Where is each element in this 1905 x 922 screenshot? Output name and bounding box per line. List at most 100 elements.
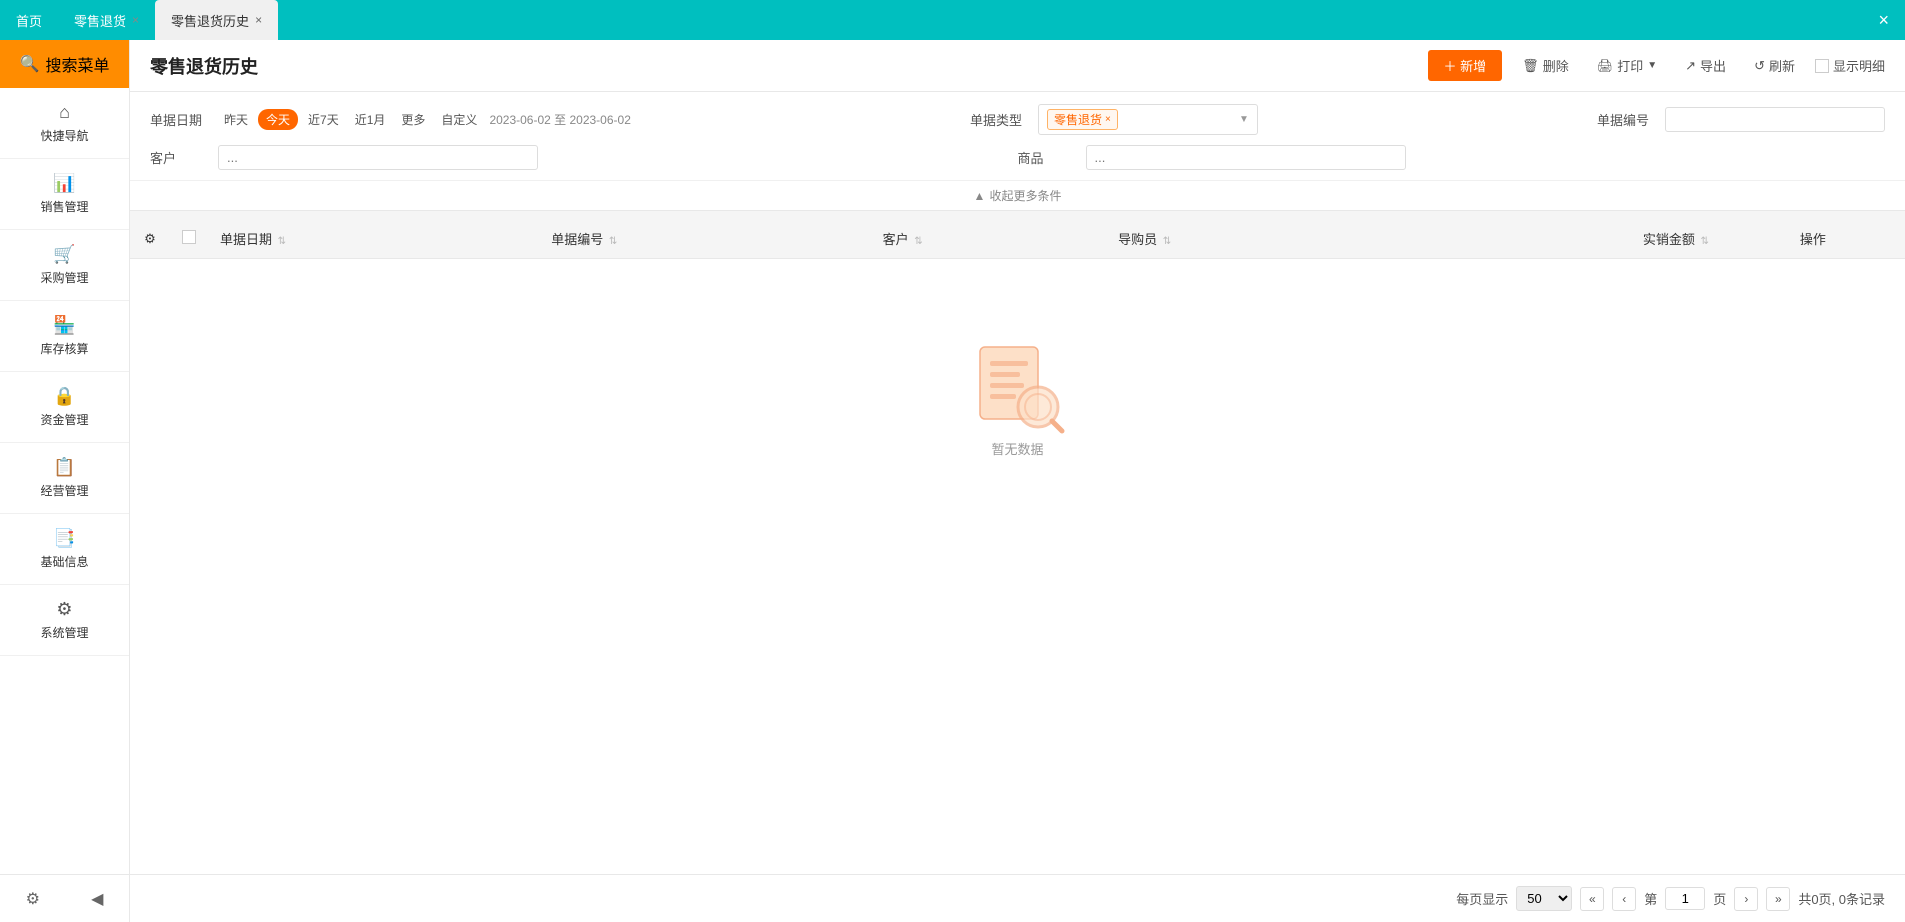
type-filter-tag-text: 零售退货 (1054, 111, 1102, 128)
main-layout: 🔍 搜索菜单 ⌂快捷导航📊销售管理 🛒 采购管理 🏪 库存核算 🔒资金管理📋经营管理📑基础… (0, 40, 1905, 922)
sidebar-collapse-button[interactable]: ◀ (91, 889, 103, 909)
page-label: 第 (1644, 889, 1657, 908)
sidebar-icon-finance: 🔒 (53, 386, 75, 407)
sidebar-label-purchase-mgmt: 采购管理 (40, 269, 88, 286)
date-opt-yesterday[interactable]: 昨天 (218, 109, 254, 130)
date-opt-last7[interactable]: 近7天 (302, 109, 345, 130)
type-filter-select[interactable]: 零售退货 × ▼ (1038, 104, 1258, 135)
tab-retail-return[interactable]: 零售退货× (58, 0, 155, 40)
sidebar-icon-purchase-mgmt: 🛒 (53, 244, 75, 265)
sidebar-item-system[interactable]: ⚙系统管理 (0, 585, 129, 656)
sidebar-item-inventory[interactable]: 🏪 库存核算 (0, 301, 129, 372)
sidebar-label-quick-nav: 快捷导航 (40, 127, 88, 144)
delete-label: 删除 (1543, 56, 1569, 75)
sidebar-item-purchase-mgmt[interactable]: 🛒 采购管理 (0, 230, 129, 301)
date-opt-custom[interactable]: 自定义 (435, 109, 483, 130)
customer-filter-label: 客户 (150, 148, 210, 167)
customer-filter-input[interactable] (218, 145, 538, 170)
date-opt-today[interactable]: 今天 (258, 109, 298, 130)
pagination-bar: 每页显示 50 10 20 100 « ‹ 第 页 › » 共0页, 0条记录 (130, 874, 1905, 922)
sort-icon-date: ⇅ (278, 236, 286, 247)
sidebar: 🔍 搜索菜单 ⌂快捷导航📊销售管理 🛒 采购管理 🏪 库存核算 🔒资金管理📋经营管理📑基础… (0, 40, 130, 922)
sidebar-item-quick-nav[interactable]: ⌂快捷导航 (0, 88, 129, 159)
sidebar-search-button[interactable]: 🔍 搜索菜单 (0, 40, 129, 88)
add-button[interactable]: ＋ 新增 (1428, 50, 1503, 81)
filter-row-2: 客户 商品 (150, 145, 1885, 170)
tab-home[interactable]: 首页 (0, 0, 58, 40)
header-actions: ＋ 新增 🗑 删除 🖨 打印 ▼ ↗ 导出 ↺ 刷新 (1428, 50, 1885, 81)
refresh-button[interactable]: ↺ 刷新 (1746, 52, 1803, 79)
print-icon: 🖨 (1597, 58, 1614, 74)
th-settings[interactable]: ⚙ (130, 219, 170, 259)
empty-text: 暂无数据 (991, 439, 1043, 458)
sidebar-item-basic-info[interactable]: 📑基础信息 (0, 514, 129, 585)
th-guide[interactable]: 导购员 ⇅ (1106, 219, 1389, 259)
type-filter-tag: 零售退货 × (1047, 109, 1118, 130)
th-customer[interactable]: 客户 ⇅ (871, 219, 1107, 259)
tab-close-retail-return-history[interactable]: × (255, 13, 262, 27)
search-icon: 🔍 (20, 54, 40, 74)
sidebar-icon-system: ⚙ (56, 599, 72, 620)
sidebar-label-operations: 经营管理 (40, 482, 88, 499)
empty-row: 暂无数据 (130, 259, 1905, 539)
page-input[interactable] (1665, 887, 1705, 910)
print-label: 打印 (1617, 56, 1643, 75)
th-action: 操作 (1721, 219, 1905, 259)
date-options: 昨天今天近7天近1月更多自定义 (218, 109, 483, 130)
table-body: 暂无数据 (130, 259, 1905, 539)
display-checkbox[interactable] (1815, 59, 1829, 73)
refresh-icon: ↺ (1754, 58, 1765, 74)
window-close-button[interactable]: × (1878, 10, 1889, 31)
total-info: 共0页, 0条记录 (1798, 889, 1885, 908)
th-amount[interactable]: 实销金额 ⇅ (1390, 219, 1721, 259)
page-title: 零售退货历史 (150, 53, 1428, 79)
display-toggle-label: 显示明细 (1833, 56, 1885, 75)
sidebar-item-operations[interactable]: 📋经营管理 (0, 443, 129, 514)
sort-icon-number: ⇅ (609, 236, 617, 247)
type-filter-tag-close[interactable]: × (1105, 114, 1111, 125)
display-toggle[interactable]: 显示明细 (1815, 56, 1885, 75)
data-table: ⚙ 单据日期 ⇅ 单据编号 ⇅ 客户 ⇅ 导购员 ⇅ 实销金额 ⇅ 操作 (130, 219, 1905, 538)
th-date[interactable]: 单据日期 ⇅ (208, 219, 539, 259)
date-opt-more[interactable]: 更多 (395, 109, 431, 130)
export-icon: ↗ (1685, 58, 1696, 74)
tab-retail-return-history[interactable]: 零售退货历史× (155, 0, 278, 40)
sidebar-label-inventory: 库存核算 (40, 340, 88, 357)
sidebar-item-finance[interactable]: 🔒资金管理 (0, 372, 129, 443)
sidebar-icon-inventory: 🏪 (53, 315, 75, 336)
per-page-select[interactable]: 50 10 20 100 (1516, 886, 1572, 911)
sidebar-search-label: 搜索菜单 (45, 52, 109, 76)
sidebar-item-sales-mgmt[interactable]: 📊销售管理 (0, 159, 129, 230)
tab-close-retail-return[interactable]: × (132, 13, 139, 27)
sidebar-icon-sales-mgmt: 📊 (53, 173, 75, 194)
header-checkbox[interactable] (182, 230, 196, 244)
tab-bar: 首页零售退货×零售退货历史× (0, 0, 1878, 40)
collapse-bar[interactable]: ▲ 收起更多条件 (130, 180, 1905, 210)
filter-area: 单据日期 昨天今天近7天近1月更多自定义 2023-06-02 至 2023-0… (130, 92, 1905, 211)
sort-icon-guide: ⇅ (1163, 236, 1171, 247)
date-range-text: 2023-06-02 至 2023-06-02 (489, 111, 630, 128)
th-number[interactable]: 单据编号 ⇅ (539, 219, 870, 259)
sidebar-menu: ⌂快捷导航📊销售管理 🛒 采购管理 🏪 库存核算 🔒资金管理📋经营管理📑基础信息⚙系统管理 (0, 88, 129, 874)
next-page-button[interactable]: › (1734, 887, 1758, 911)
delete-button[interactable]: 🗑 删除 (1514, 52, 1577, 79)
th-checkbox[interactable] (170, 219, 208, 259)
number-filter-input[interactable] (1665, 107, 1885, 132)
sidebar-settings-button[interactable]: ⚙ (26, 889, 40, 909)
page-header: 零售退货历史 ＋ 新增 🗑 删除 🖨 打印 ▼ ↗ 导出 ↺ (130, 40, 1905, 92)
per-page-label: 每页显示 (1456, 889, 1508, 908)
print-button[interactable]: 🖨 打印 ▼ (1589, 52, 1665, 79)
export-button[interactable]: ↗ 导出 (1677, 52, 1734, 79)
last-page-button[interactable]: » (1766, 887, 1790, 911)
date-opt-last1m[interactable]: 近1月 (349, 109, 392, 130)
delete-icon: 🗑 (1522, 58, 1539, 74)
prev-page-button[interactable]: ‹ (1612, 887, 1636, 911)
collapse-label: 收起更多条件 (989, 187, 1061, 204)
empty-illustration (968, 339, 1068, 439)
collapse-icon: ▲ (974, 189, 986, 203)
sort-icon-amount: ⇅ (1700, 236, 1708, 247)
print-dropdown-icon: ▼ (1647, 60, 1657, 71)
first-page-button[interactable]: « (1580, 887, 1604, 911)
goods-filter-input[interactable] (1086, 145, 1406, 170)
empty-state: 暂无数据 (130, 259, 1905, 538)
